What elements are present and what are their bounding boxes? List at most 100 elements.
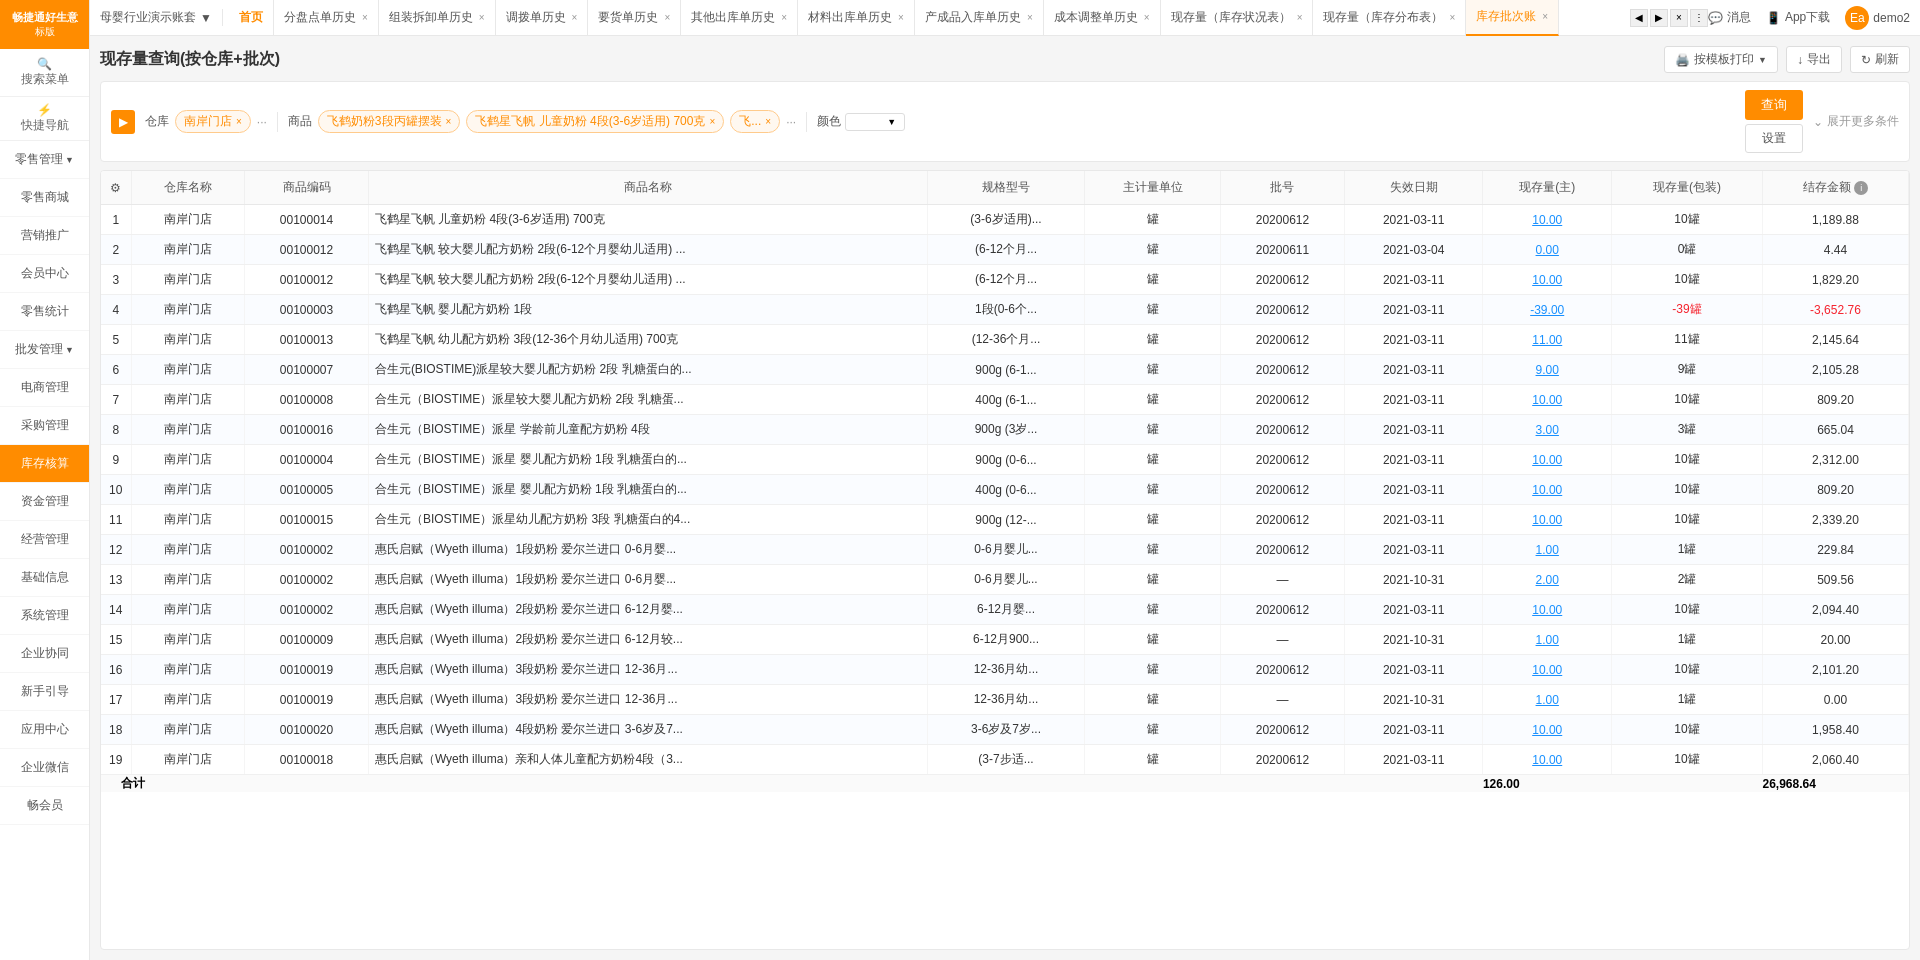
cell-qty-main[interactable]: 3.00	[1483, 415, 1612, 445]
tab-inventory-dist[interactable]: 现存量（库存分布表） ×	[1313, 0, 1466, 36]
sidebar-item-inventory[interactable]: 库存核算	[0, 445, 89, 483]
tab-material-out[interactable]: 材料出库单历史 ×	[798, 0, 915, 36]
tab-close-icon[interactable]: ×	[664, 12, 670, 23]
tab-close-icon[interactable]: ×	[781, 12, 787, 23]
tab-close-icon[interactable]: ×	[1144, 12, 1150, 23]
tab-close-icon[interactable]: ×	[479, 12, 485, 23]
goods-tag2-close-icon[interactable]: ×	[709, 116, 715, 127]
quick-nav[interactable]: ⚡ 快捷导航	[0, 97, 89, 141]
cell-qty-main[interactable]: 10.00	[1483, 445, 1612, 475]
tab-inventory-status[interactable]: 现存量（库存状况表） ×	[1161, 0, 1314, 36]
cell-qty-main[interactable]: 10.00	[1483, 475, 1612, 505]
tab-close-icon[interactable]: ×	[898, 12, 904, 23]
app-download-button[interactable]: 📱 App下载	[1766, 9, 1830, 26]
export-button[interactable]: ↓ 导出	[1786, 46, 1842, 73]
cell-no: 3	[101, 265, 131, 295]
tab-transfer[interactable]: 调拨单历史 ×	[496, 0, 589, 36]
sidebar-item-member-card[interactable]: 畅会员	[0, 787, 89, 825]
tab-menu-button[interactable]: ⋮	[1690, 9, 1708, 27]
sidebar-item-guide[interactable]: 新手引导	[0, 673, 89, 711]
cell-qty-main[interactable]: 10.00	[1483, 745, 1612, 775]
sidebar-item-wholesale[interactable]: 批发管理 ▼	[0, 331, 89, 369]
sidebar-item-basic-info[interactable]: 基础信息	[0, 559, 89, 597]
color-filter-dropdown[interactable]: ▼	[845, 113, 905, 131]
sidebar-item-app-center[interactable]: 应用中心	[0, 711, 89, 749]
tab-close-icon[interactable]: ×	[1542, 11, 1548, 22]
cell-qty-main[interactable]: 11.00	[1483, 325, 1612, 355]
cell-name: 合生元（BIOSTIME）派星较大婴儿配方奶粉 2段 乳糖蛋...	[368, 385, 927, 415]
gear-icon[interactable]: ⚙	[110, 181, 121, 195]
sidebar-item-retail-stats[interactable]: 零售统计	[0, 293, 89, 331]
goods-filter-tag3[interactable]: 飞... ×	[730, 110, 780, 133]
sidebar-item-operations[interactable]: 经营管理	[0, 521, 89, 559]
expand-more-bar[interactable]: ⌄ 展开更多条件	[1813, 111, 1899, 132]
table-wrapper[interactable]: ⚙ 仓库名称 商品编码 商品名称 规格型号 主计量单位 批号 失效日期 现存量(…	[101, 171, 1909, 949]
cell-qty-main[interactable]: 10.00	[1483, 595, 1612, 625]
cell-qty-main[interactable]: 10.00	[1483, 265, 1612, 295]
sidebar-item-member[interactable]: 会员中心	[0, 255, 89, 293]
tab-cost-adjust[interactable]: 成本调整单历史 ×	[1044, 0, 1161, 36]
tab-close-icon[interactable]: ×	[572, 12, 578, 23]
account-selector[interactable]: 母婴行业演示账套 ▼	[100, 9, 223, 26]
user-menu-button[interactable]: Ea demo2	[1845, 6, 1910, 30]
print-button[interactable]: 🖨️ 按模板打印 ▼	[1664, 46, 1778, 73]
info-icon[interactable]: i	[1854, 181, 1868, 195]
sidebar-item-purchase[interactable]: 采购管理	[0, 407, 89, 445]
tab-close-icon[interactable]: ×	[1449, 12, 1455, 23]
goods-tag1-close-icon[interactable]: ×	[446, 116, 452, 127]
message-button[interactable]: 💬 消息	[1708, 9, 1751, 26]
cell-code: 00100004	[245, 445, 369, 475]
sidebar-logo[interactable]: 畅捷通好生意 标版	[0, 0, 89, 49]
page-actions: 🖨️ 按模板打印 ▼ ↓ 导出 ↻ 刷新	[1664, 46, 1910, 73]
cell-qty-main[interactable]: 10.00	[1483, 505, 1612, 535]
footer-label: 合计	[101, 775, 1483, 793]
cell-qty-main[interactable]: 10.00	[1483, 655, 1612, 685]
cell-qty-main[interactable]: 2.00	[1483, 565, 1612, 595]
tab-product-in[interactable]: 产成品入库单历史 ×	[915, 0, 1044, 36]
cell-qty-main[interactable]: -39.00	[1483, 295, 1612, 325]
warehouse-filter-more[interactable]: ···	[257, 115, 267, 129]
cell-warehouse: 南岸门店	[131, 355, 245, 385]
cell-qty-main[interactable]: 1.00	[1483, 625, 1612, 655]
sidebar-item-finance[interactable]: 资金管理	[0, 483, 89, 521]
tab-close-icon[interactable]: ×	[362, 12, 368, 23]
search-menu[interactable]: 🔍 搜索菜单	[0, 49, 89, 97]
cell-qty-main[interactable]: 1.00	[1483, 535, 1612, 565]
cell-qty-main[interactable]: 1.00	[1483, 685, 1612, 715]
cell-qty-main[interactable]: 10.00	[1483, 715, 1612, 745]
goods-filter-more[interactable]: ···	[786, 115, 796, 129]
refresh-button[interactable]: ↻ 刷新	[1850, 46, 1910, 73]
tab-prev-button[interactable]: ◀	[1630, 9, 1648, 27]
tab-disassembly[interactable]: 组装拆卸单历史 ×	[379, 0, 496, 36]
tab-close-all-button[interactable]: ×	[1670, 9, 1688, 27]
sidebar-item-retail-mall[interactable]: 零售商城	[0, 179, 89, 217]
sidebar-item-marketing[interactable]: 营销推广	[0, 217, 89, 255]
sidebar-item-enterprise[interactable]: 企业协同	[0, 635, 89, 673]
tab-other-out[interactable]: 其他出库单历史 ×	[681, 0, 798, 36]
logo-line1: 畅捷通好生意	[5, 10, 84, 25]
cell-qty-main[interactable]: 10.00	[1483, 205, 1612, 235]
goods-filter-tag2[interactable]: 飞鹤星飞帆 儿童奶粉 4段(3-6岁适用) 700克 ×	[466, 110, 724, 133]
goods-filter-tag1[interactable]: 飞鹤奶粉3段丙罐摆装 ×	[318, 110, 461, 133]
warehouse-tag-close-icon[interactable]: ×	[236, 116, 242, 127]
tab-batch-voucher[interactable]: 库存批次账 ×	[1466, 0, 1559, 36]
setting-button[interactable]: 设置	[1745, 124, 1803, 153]
filter-expand-button[interactable]: ▶	[111, 110, 135, 134]
query-button[interactable]: 查询	[1745, 90, 1803, 120]
warehouse-filter-tag[interactable]: 南岸门店 ×	[175, 110, 251, 133]
sidebar-item-sys-mgmt[interactable]: 系统管理	[0, 597, 89, 635]
sidebar-item-label: 采购管理	[21, 418, 69, 432]
sidebar-item-ecommerce[interactable]: 电商管理	[0, 369, 89, 407]
tab-close-icon[interactable]: ×	[1297, 12, 1303, 23]
tab-home[interactable]: 首页	[229, 0, 274, 36]
sidebar-item-retail-mgmt[interactable]: 零售管理 ▼	[0, 141, 89, 179]
tab-inventory-split[interactable]: 分盘点单历史 ×	[274, 0, 379, 36]
tab-request[interactable]: 要货单历史 ×	[588, 0, 681, 36]
cell-qty-main[interactable]: 10.00	[1483, 385, 1612, 415]
cell-qty-main[interactable]: 9.00	[1483, 355, 1612, 385]
tab-close-icon[interactable]: ×	[1027, 12, 1033, 23]
sidebar-item-enterprise-wechat[interactable]: 企业微信	[0, 749, 89, 787]
cell-qty-main[interactable]: 0.00	[1483, 235, 1612, 265]
goods-tag3-close-icon[interactable]: ×	[765, 116, 771, 127]
tab-next-button[interactable]: ▶	[1650, 9, 1668, 27]
